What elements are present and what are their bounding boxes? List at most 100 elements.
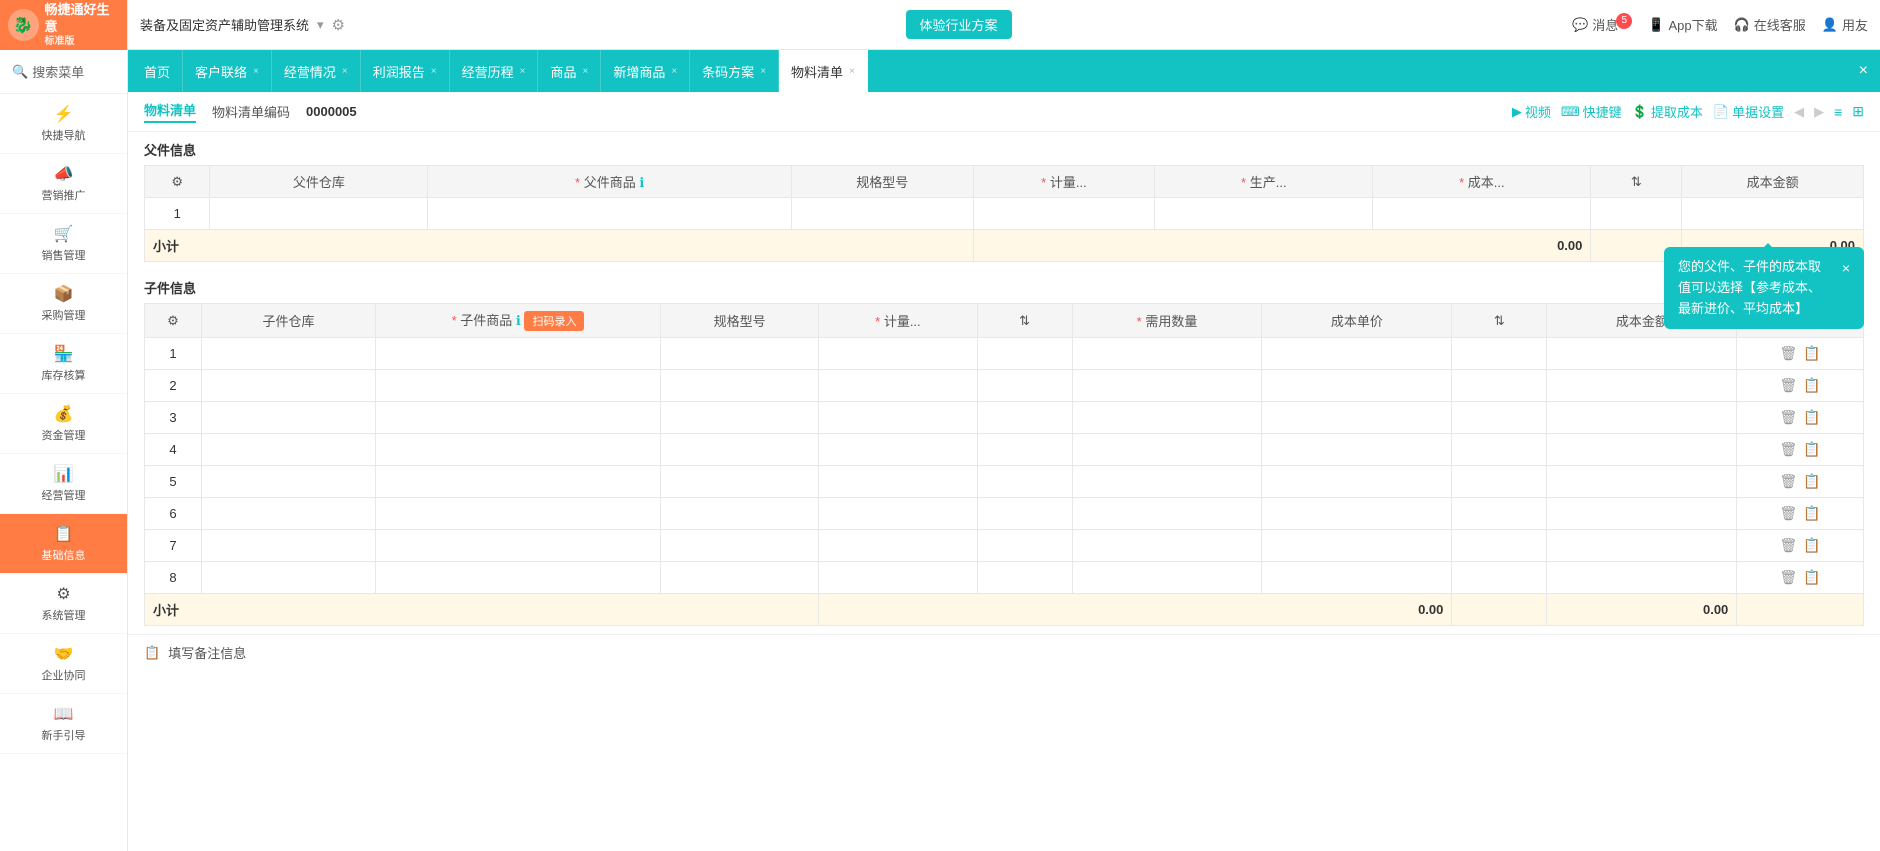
child-unit-cell[interactable] (819, 498, 977, 530)
delete-icon[interactable]: 🗑 (1780, 537, 1798, 554)
child-warehouse-cell[interactable] (201, 530, 375, 562)
sidebar-item-basic-info[interactable]: 📋 基础信息 (0, 514, 127, 574)
tab-new-goods-close[interactable]: × (671, 66, 677, 77)
child-unit-cell[interactable] (819, 370, 977, 402)
copy-icon[interactable]: 📋 (1803, 345, 1820, 362)
child-unitcost-cell[interactable] (1262, 530, 1452, 562)
tab-new-goods[interactable]: 新增商品 × (601, 50, 690, 92)
child-spec-cell[interactable] (660, 530, 818, 562)
settings-icon[interactable]: ⚙ (332, 16, 345, 34)
copy-icon[interactable]: 📋 (1803, 441, 1820, 458)
child-goods-cell[interactable] (376, 370, 661, 402)
tab-operation[interactable]: 经营情况 × (272, 50, 361, 92)
child-warehouse-cell[interactable] (201, 562, 375, 594)
tab-history-close[interactable]: × (520, 66, 526, 77)
tooltip-close-btn[interactable]: × (1842, 257, 1850, 279)
nav-next[interactable]: ▶ (1814, 104, 1824, 120)
child-unitcost-cell[interactable] (1262, 402, 1452, 434)
child-unitcost-cell[interactable] (1262, 466, 1452, 498)
get-cost-btn[interactable]: 💲 提取成本 (1632, 102, 1703, 121)
tab-history[interactable]: 经营历程 × (450, 50, 539, 92)
child-needed-cell[interactable] (1072, 338, 1262, 370)
shortcut-btn[interactable]: ⌨ 快捷键 (1561, 102, 1622, 121)
search-menu-btn[interactable]: 🔍 搜索菜单 (8, 58, 119, 85)
delete-icon[interactable]: 🗑 (1780, 409, 1798, 426)
delete-icon[interactable]: 🗑 (1780, 505, 1798, 522)
copy-icon[interactable]: 📋 (1803, 537, 1820, 554)
view-btn[interactable]: ▶ 视频 (1512, 102, 1551, 121)
child-unitcost-cell[interactable] (1262, 370, 1452, 402)
child-warehouse-cell[interactable] (201, 498, 375, 530)
sidebar-item-marketing[interactable]: 📣 营销推广 (0, 154, 127, 214)
sidebar-item-enterprise[interactable]: 🤝 企业协同 (0, 634, 127, 694)
delete-icon[interactable]: 🗑 (1780, 345, 1798, 362)
tab-barcode-close[interactable]: × (760, 66, 766, 77)
child-unit-cell[interactable] (819, 466, 977, 498)
single-settings-btn[interactable]: 📄 单据设置 (1713, 102, 1784, 121)
child-needed-cell[interactable] (1072, 434, 1262, 466)
tab-goods[interactable]: 商品 × (538, 50, 601, 92)
tab-profit-close[interactable]: × (431, 66, 437, 77)
child-warehouse-cell[interactable] (201, 338, 375, 370)
child-warehouse-cell[interactable] (201, 434, 375, 466)
tab-barcode[interactable]: 条码方案 × (690, 50, 779, 92)
user-menu[interactable]: 👤 用友 (1822, 15, 1868, 34)
child-unitcost-cell[interactable] (1262, 562, 1452, 594)
notifications-btn[interactable]: 💬 消息 5 (1572, 15, 1632, 34)
parent-prod-cell[interactable] (1155, 198, 1373, 230)
sidebar-item-inventory[interactable]: 🏪 库存核算 (0, 334, 127, 394)
child-needed-cell[interactable] (1072, 498, 1262, 530)
sidebar-item-system[interactable]: ⚙ 系统管理 (0, 574, 127, 634)
tab-profit[interactable]: 利润报告 × (361, 50, 450, 92)
scan-btn[interactable]: 扫码录入 (524, 311, 584, 331)
sidebar-item-quick-nav[interactable]: ⚡ 快捷导航 (0, 94, 127, 154)
bom-tab2[interactable]: 物料清单编码 (212, 102, 290, 121)
child-needed-cell[interactable] (1072, 562, 1262, 594)
child-unit-cell[interactable] (819, 562, 977, 594)
delete-icon[interactable]: 🗑 (1780, 377, 1798, 394)
th-child-settings[interactable]: ⚙ (145, 304, 202, 338)
child-goods-cell[interactable] (376, 530, 661, 562)
parent-warehouse-cell[interactable] (210, 198, 428, 230)
tab-goods-close[interactable]: × (582, 66, 588, 77)
child-goods-cell[interactable] (376, 338, 661, 370)
child-unitcost-cell[interactable] (1262, 338, 1452, 370)
sidebar-search-section[interactable]: 🔍 搜索菜单 (0, 50, 127, 94)
child-unitcost-cell[interactable] (1262, 434, 1452, 466)
copy-icon[interactable]: 📋 (1803, 569, 1820, 586)
child-spec-cell[interactable] (660, 562, 818, 594)
child-needed-cell[interactable] (1072, 530, 1262, 562)
sidebar-item-finance[interactable]: 💰 资金管理 (0, 394, 127, 454)
sidebar-item-guide[interactable]: 📖 新手引导 (0, 694, 127, 754)
copy-icon[interactable]: 📋 (1803, 377, 1820, 394)
child-spec-cell[interactable] (660, 338, 818, 370)
trial-btn[interactable]: 体验行业方案 (906, 10, 1012, 39)
tab-operation-close[interactable]: × (342, 66, 348, 77)
nav-prev[interactable]: ◀ (1794, 104, 1804, 120)
tab-bom-close[interactable]: × (849, 66, 855, 77)
th-parent-settings[interactable]: ⚙ (145, 166, 210, 198)
child-spec-cell[interactable] (660, 498, 818, 530)
child-goods-cell[interactable] (376, 562, 661, 594)
delete-icon[interactable]: 🗑 (1780, 473, 1798, 490)
bottom-area[interactable]: 📋 填写备注信息 (128, 634, 1880, 670)
child-unit-cell[interactable] (819, 338, 977, 370)
sidebar-item-operation[interactable]: 📊 经营管理 (0, 454, 127, 514)
copy-icon[interactable]: 📋 (1803, 409, 1820, 426)
list-view-icon[interactable]: ≡ (1834, 104, 1842, 120)
bom-tab1[interactable]: 物料清单 (144, 100, 196, 123)
child-spec-cell[interactable] (660, 466, 818, 498)
delete-icon[interactable]: 🗑 (1780, 569, 1798, 586)
tab-home[interactable]: 首页 (132, 50, 183, 92)
online-service-btn[interactable]: 🎧 在线客服 (1734, 15, 1806, 34)
child-goods-cell[interactable] (376, 466, 661, 498)
grid-view-icon[interactable]: ⊞ (1852, 103, 1864, 120)
copy-icon[interactable]: 📋 (1803, 473, 1820, 490)
parent-goods-cell[interactable] (428, 198, 791, 230)
child-unit-cell[interactable] (819, 402, 977, 434)
child-goods-cell[interactable] (376, 498, 661, 530)
child-unit-cell[interactable] (819, 530, 977, 562)
tab-customer-close[interactable]: × (253, 66, 259, 77)
parent-unit-cell[interactable] (973, 198, 1155, 230)
child-warehouse-cell[interactable] (201, 466, 375, 498)
